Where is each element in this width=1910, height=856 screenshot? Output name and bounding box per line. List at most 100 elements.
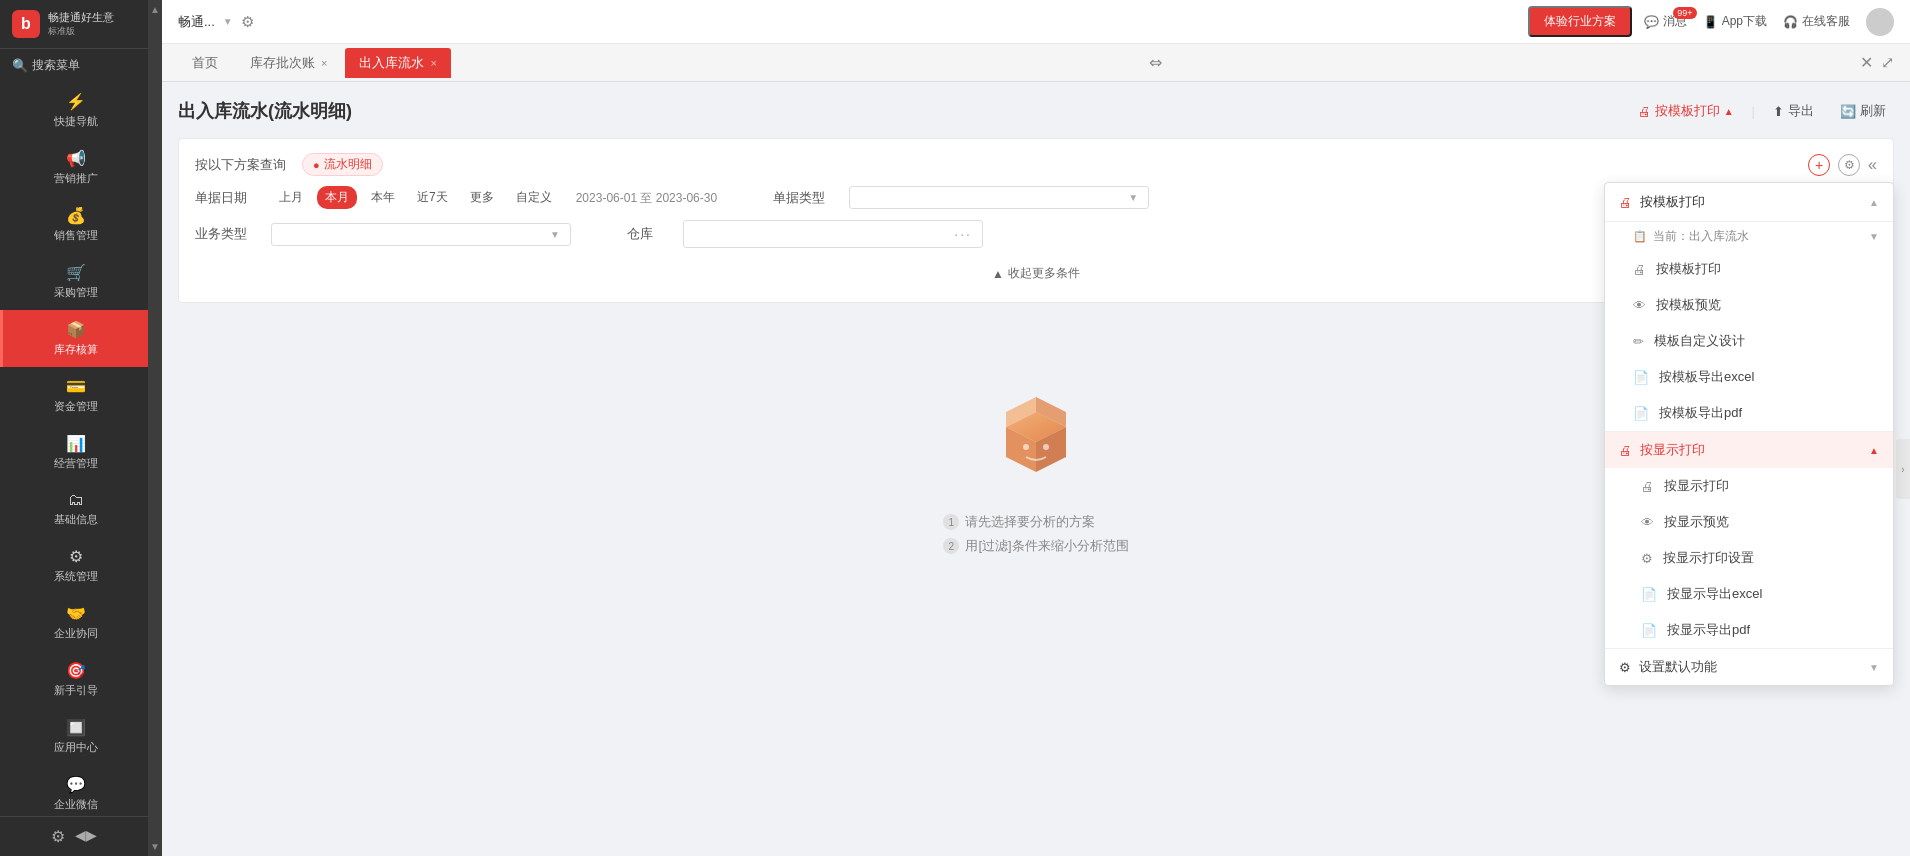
filter-row-top: 按以下方案查询 ● 流水明细 + ⚙ « — [195, 153, 1877, 176]
empty-tip-2: 2 用[过滤]条件来缩小分析范围 — [943, 537, 1128, 555]
empty-illustration — [976, 377, 1096, 497]
date-filter: 上月 本月 本年 近7天 更多 自定义 — [271, 186, 560, 209]
edition-tag: 标准版 — [48, 25, 114, 38]
sidebar-item-basic[interactable]: 🗂 基础信息 — [0, 481, 148, 537]
tab-batch-account[interactable]: 库存批次账 × — [236, 48, 341, 78]
print-dropdown: 🖨 按模板打印 ▲ 📋 当前：出入库流水 ▼ 🖨 按模板打印 — [1604, 182, 1894, 686]
dropdown-sub-item-display-settings[interactable]: ⚙ 按显示打印设置 — [1605, 540, 1893, 576]
export-label: 导出 — [1788, 102, 1814, 120]
date-btn-this-year[interactable]: 本年 — [363, 186, 403, 209]
tab-flow[interactable]: 出入库流水 × — [345, 48, 450, 78]
dropdown-item-template-design[interactable]: ✏ 模板自定义设计 — [1605, 323, 1893, 359]
sidebar-search-label: 搜索菜单 — [32, 57, 80, 74]
collapse-more-btn[interactable]: ▲ 收起更多条件 — [992, 265, 1080, 282]
scroll-down-btn[interactable]: ▼ — [150, 841, 160, 852]
dropdown-item-template-pdf[interactable]: 📄 按模板导出pdf — [1605, 395, 1893, 431]
filter-add-btn[interactable]: + — [1808, 154, 1830, 176]
sidebar-item-collab[interactable]: 🤝 企业协同 — [0, 594, 148, 651]
dropdown-sub-item-display-preview[interactable]: 👁 按显示预览 — [1605, 504, 1893, 540]
date-btn-more[interactable]: 更多 — [462, 186, 502, 209]
sidebar-item-purchase[interactable]: 🛒 采购管理 — [0, 253, 148, 310]
display-preview-label: 按显示预览 — [1664, 513, 1729, 531]
date-btn-last-month[interactable]: 上月 — [271, 186, 311, 209]
sidebar-item-operation[interactable]: 📊 经营管理 — [0, 424, 148, 481]
current-label: 当前：出入库流水 — [1653, 228, 1749, 245]
refresh-btn[interactable]: 🔄 刷新 — [1832, 98, 1894, 124]
quick-nav-icon: ⚡ — [66, 92, 86, 111]
toolbar-divider: | — [1752, 104, 1755, 119]
sidebar-item-quick-nav[interactable]: ⚡ 快捷导航 — [0, 82, 148, 139]
display-preview-icon: 👁 — [1641, 515, 1654, 530]
sidebar-item-sales[interactable]: 💰 销售管理 — [0, 196, 148, 253]
tab-batch-account-close[interactable]: × — [321, 57, 327, 69]
dropdown-sub-item-display-pdf[interactable]: 📄 按显示导出pdf — [1605, 612, 1893, 648]
export-btn[interactable]: ⬆ 导出 — [1765, 98, 1822, 124]
filter-controls: + ⚙ « — [1808, 154, 1877, 176]
trial-btn[interactable]: 体验行业方案 — [1528, 6, 1632, 37]
template-excel-label: 按模板导出excel — [1659, 368, 1754, 386]
svg-point-5 — [1023, 444, 1029, 450]
online-service-label: 在线客服 — [1802, 13, 1850, 30]
avatar[interactable] — [1866, 8, 1894, 36]
display-settings-label: 按显示打印设置 — [1663, 549, 1754, 567]
page-header: 出入库流水(流水明细) 🖨 按模板打印 ▲ | ⬆ 导出 🔄 刷新 — [178, 98, 1894, 124]
bill-type-select[interactable]: ▼ — [849, 186, 1149, 209]
template-pdf-icon: 📄 — [1633, 406, 1649, 421]
template-preview-label: 按模板预览 — [1656, 296, 1721, 314]
sidebar-item-wechat[interactable]: 💬 企业微信 — [0, 765, 148, 816]
date-btn-custom[interactable]: 自定义 — [508, 186, 560, 209]
user-dropdown-icon[interactable]: ▼ — [223, 16, 233, 27]
settings-gear-icon[interactable]: ⚙ — [241, 13, 254, 31]
business-type-select[interactable]: ▼ — [271, 223, 571, 246]
close-window-icon[interactable]: ✕ — [1860, 53, 1873, 72]
apps-icon: 🔲 — [66, 718, 86, 737]
toggle-bottom-icon[interactable]: ◀▶ — [75, 827, 97, 846]
filter-tag-icon: ● — [313, 159, 320, 171]
export-icon: ⬆ — [1773, 104, 1784, 119]
operation-icon: 📊 — [66, 434, 86, 453]
tab-home[interactable]: 首页 — [178, 48, 232, 78]
warehouse-label: 仓库 — [627, 225, 667, 243]
template-print-item-label: 按模板打印 — [1656, 260, 1721, 278]
headset-icon: 🎧 — [1783, 15, 1798, 29]
app-download-btn[interactable]: 📱 App下载 — [1703, 13, 1767, 30]
warehouse-select[interactable]: ··· — [683, 220, 983, 248]
tabs-expand-icon[interactable]: ⇔ — [1149, 53, 1162, 72]
date-btn-7days[interactable]: 近7天 — [409, 186, 456, 209]
display-section-header[interactable]: 🖨 按显示打印 ▲ — [1605, 432, 1893, 468]
sidebar-item-marketing[interactable]: 📢 营销推广 — [0, 139, 148, 196]
template-print-btn[interactable]: 🖨 按模板打印 ▲ — [1630, 98, 1742, 124]
date-btn-this-month[interactable]: 本月 — [317, 186, 357, 209]
current-icon: 📋 — [1633, 230, 1647, 243]
message-btn[interactable]: 💬 消息 99+ — [1644, 13, 1687, 30]
tab-flow-close[interactable]: × — [430, 57, 436, 69]
sidebar-item-finance[interactable]: 💳 资金管理 — [0, 367, 148, 424]
set-default-btn[interactable]: ⚙ 设置默认功能 ▼ — [1605, 649, 1893, 685]
settings-bottom-icon[interactable]: ⚙ — [51, 827, 65, 846]
dropdown-item-template-print[interactable]: 🖨 按模板打印 — [1605, 251, 1893, 287]
filter-collapse-btn[interactable]: « — [1868, 156, 1877, 174]
filter-tag-label: 流水明细 — [324, 156, 372, 173]
sidebar-item-system[interactable]: ⚙ 系统管理 — [0, 537, 148, 594]
scroll-up-btn[interactable]: ▲ — [150, 4, 160, 15]
dropdown-sub-item-display-excel[interactable]: 📄 按显示导出excel — [1605, 576, 1893, 612]
tip-num-1: 1 — [943, 514, 959, 530]
date-range: 2023-06-01 至 2023-06-30 — [576, 190, 717, 207]
sidebar-label-collab: 企业协同 — [54, 626, 98, 641]
filter-settings-btn[interactable]: ⚙ — [1838, 154, 1860, 176]
sidebar-item-inventory[interactable]: 📦 库存核算 — [0, 310, 148, 367]
dropdown-collapse-icon[interactable]: ▲ — [1869, 197, 1879, 208]
dropdown-current: 📋 当前：出入库流水 ▼ — [1605, 222, 1893, 251]
sidebar-item-apps[interactable]: 🔲 应用中心 — [0, 708, 148, 765]
tab-window-controls: ✕ ⤢ — [1860, 53, 1894, 72]
dropdown-sub-item-display-print[interactable]: 🖨 按显示打印 — [1605, 468, 1893, 504]
tabs-bar: 首页 库存批次账 × 出入库流水 × ⇔ ✕ ⤢ — [162, 44, 1910, 82]
dropdown-item-template-excel[interactable]: 📄 按模板导出excel — [1605, 359, 1893, 395]
online-service-btn[interactable]: 🎧 在线客服 — [1783, 13, 1850, 30]
right-expand-handle[interactable]: › — [1896, 439, 1910, 499]
expand-window-icon[interactable]: ⤢ — [1881, 53, 1894, 72]
sidebar-search[interactable]: 🔍 搜索菜单 — [0, 49, 148, 82]
finance-icon: 💳 — [66, 377, 86, 396]
sidebar-item-guide[interactable]: 🎯 新手引导 — [0, 651, 148, 708]
dropdown-item-template-preview[interactable]: 👁 按模板预览 — [1605, 287, 1893, 323]
